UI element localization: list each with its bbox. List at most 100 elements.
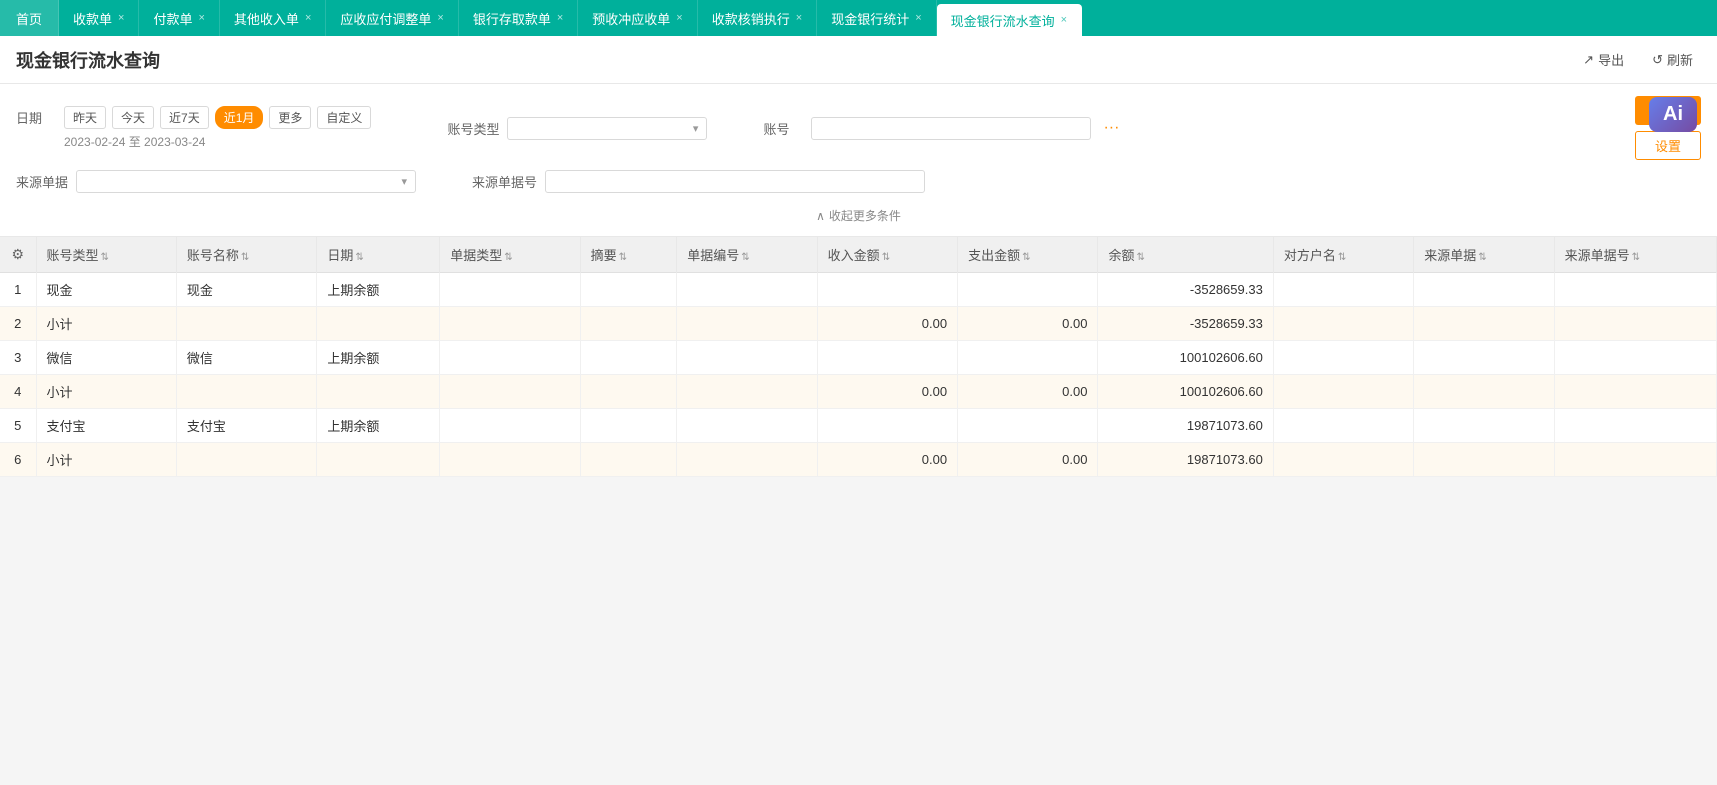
sort-icon-expense[interactable]: ⇅ bbox=[1022, 252, 1030, 263]
td-account_type: 小计 bbox=[36, 375, 176, 409]
td-expense: 0.00 bbox=[958, 443, 1098, 477]
sort-icon-doc_no[interactable]: ⇅ bbox=[741, 252, 749, 263]
account-type-value bbox=[516, 121, 520, 136]
th-source_doc: 来源单据⇅ bbox=[1414, 237, 1554, 273]
sort-icon-balance[interactable]: ⇅ bbox=[1137, 252, 1145, 263]
th-income: 收入金额⇅ bbox=[817, 237, 957, 273]
gear-icon[interactable]: ⚙ bbox=[11, 246, 24, 262]
td-source_doc bbox=[1414, 273, 1554, 307]
date-option-近1月[interactable]: 近1月 bbox=[215, 106, 264, 129]
td-account_name bbox=[176, 443, 316, 477]
nav-label: 现金银行流水查询 bbox=[951, 11, 1055, 30]
sort-icon-account_name[interactable]: ⇅ bbox=[241, 252, 249, 263]
td-income: 0.00 bbox=[817, 375, 957, 409]
nav-close-icon[interactable]: × bbox=[437, 12, 443, 24]
col-label-account_type: 账号类型 bbox=[47, 248, 99, 263]
td-summary bbox=[580, 443, 677, 477]
td-income: 0.00 bbox=[817, 443, 957, 477]
source-doc-no-input[interactable] bbox=[545, 170, 925, 193]
th-doc_no: 单据编号⇅ bbox=[677, 237, 817, 273]
col-label-balance: 余额 bbox=[1108, 248, 1134, 263]
collapse-bar[interactable]: ∧ 收起更多条件 bbox=[16, 203, 1701, 228]
sort-icon-summary[interactable]: ⇅ bbox=[619, 252, 627, 263]
col-label-date: 日期 bbox=[327, 248, 353, 263]
nav-close-icon[interactable]: × bbox=[676, 12, 682, 24]
td-account_type: 小计 bbox=[36, 307, 176, 341]
td-income bbox=[817, 273, 957, 307]
sort-icon-income[interactable]: ⇅ bbox=[882, 252, 890, 263]
td-config: 2 bbox=[0, 307, 36, 341]
nav-item-其他收入单[interactable]: 其他收入单× bbox=[220, 0, 326, 36]
nav-label: 应收应付调整单 bbox=[340, 9, 431, 28]
td-doc_type bbox=[440, 443, 580, 477]
col-label-expense: 支出金额 bbox=[968, 248, 1020, 263]
account-type-label: 账号类型 bbox=[447, 119, 499, 138]
date-option-今天[interactable]: 今天 bbox=[112, 106, 154, 129]
td-summary bbox=[580, 273, 677, 307]
nav-home[interactable]: 首页 bbox=[0, 0, 59, 36]
td-doc_type bbox=[440, 375, 580, 409]
td-expense bbox=[958, 341, 1098, 375]
td-account_type: 现金 bbox=[36, 273, 176, 307]
col-label-source_doc_no: 来源单据号 bbox=[1565, 248, 1630, 263]
nav-item-银行存取款单[interactable]: 银行存取款单× bbox=[459, 0, 578, 36]
td-balance: 19871073.60 bbox=[1098, 409, 1273, 443]
date-label: 日期 bbox=[16, 108, 56, 127]
nav-close-icon[interactable]: × bbox=[1061, 14, 1067, 26]
td-source_doc_no bbox=[1554, 307, 1716, 341]
td-account_type: 微信 bbox=[36, 341, 176, 375]
nav-close-icon[interactable]: × bbox=[198, 12, 204, 24]
nav-item-付款单[interactable]: 付款单× bbox=[139, 0, 219, 36]
date-option-更多[interactable]: 更多 bbox=[269, 106, 311, 129]
td-balance: -3528659.33 bbox=[1098, 307, 1273, 341]
td-date bbox=[317, 375, 440, 409]
nav-item-现金银行统计[interactable]: 现金银行统计× bbox=[817, 0, 936, 36]
nav-close-icon[interactable]: × bbox=[118, 12, 124, 24]
refresh-button[interactable]: ↺ 刷新 bbox=[1644, 46, 1701, 73]
td-counterparty bbox=[1273, 375, 1413, 409]
date-option-近7天[interactable]: 近7天 bbox=[160, 106, 209, 129]
date-option-自定义[interactable]: 自定义 bbox=[317, 106, 371, 129]
th-account_name: 账号名称⇅ bbox=[176, 237, 316, 273]
table-row: 5支付宝支付宝上期余额19871073.60 bbox=[0, 409, 1717, 443]
td-expense: 0.00 bbox=[958, 375, 1098, 409]
account-type-select[interactable]: ▾ bbox=[507, 117, 707, 140]
table-row: 2小计0.000.00-3528659.33 bbox=[0, 307, 1717, 341]
sort-icon-account_type[interactable]: ⇅ bbox=[101, 252, 109, 263]
sort-icon-source_doc[interactable]: ⇅ bbox=[1478, 252, 1486, 263]
td-expense: 0.00 bbox=[958, 307, 1098, 341]
th-source_doc_no: 来源单据号⇅ bbox=[1554, 237, 1716, 273]
account-input[interactable] bbox=[811, 117, 1091, 140]
col-label-source_doc: 来源单据 bbox=[1424, 248, 1476, 263]
nav-close-icon[interactable]: × bbox=[305, 12, 311, 24]
source-doc-select[interactable]: ▾ bbox=[76, 170, 416, 193]
sort-icon-doc_type[interactable]: ⇅ bbox=[504, 252, 512, 263]
td-config: 3 bbox=[0, 341, 36, 375]
td-counterparty bbox=[1273, 341, 1413, 375]
nav-item-收款核销执行[interactable]: 收款核销执行× bbox=[698, 0, 817, 36]
td-counterparty bbox=[1273, 443, 1413, 477]
ai-badge[interactable]: Ai bbox=[1649, 97, 1697, 132]
more-options-icon[interactable]: ··· bbox=[1099, 119, 1123, 137]
table-row: 3微信微信上期余额100102606.60 bbox=[0, 341, 1717, 375]
table-wrapper: ⚙账号类型⇅账号名称⇅日期⇅单据类型⇅摘要⇅单据编号⇅收入金额⇅支出金额⇅余额⇅… bbox=[0, 237, 1717, 477]
nav-close-icon[interactable]: × bbox=[796, 12, 802, 24]
source-doc-chevron-icon: ▾ bbox=[401, 175, 407, 188]
filter-section: 日期 昨天今天近7天近1月更多自定义 2023-02-24 至 2023-03-… bbox=[0, 84, 1717, 237]
date-option-昨天[interactable]: 昨天 bbox=[64, 106, 106, 129]
source-doc-value bbox=[85, 174, 89, 189]
export-button[interactable]: ↗ 导出 bbox=[1575, 46, 1632, 73]
nav-close-icon[interactable]: × bbox=[557, 12, 563, 24]
nav-close-icon[interactable]: × bbox=[915, 12, 921, 24]
sort-icon-date[interactable]: ⇅ bbox=[355, 252, 363, 263]
export-icon: ↗ bbox=[1583, 52, 1594, 68]
sort-icon-counterparty[interactable]: ⇅ bbox=[1338, 252, 1346, 263]
nav-item-现金银行流水查询[interactable]: 现金银行流水查询 × bbox=[937, 4, 1082, 36]
nav-item-预收冲应收单[interactable]: 预收冲应收单× bbox=[578, 0, 697, 36]
td-source_doc bbox=[1414, 307, 1554, 341]
sort-icon-source_doc_no[interactable]: ⇅ bbox=[1632, 252, 1640, 263]
settings-button[interactable]: 设置 bbox=[1635, 131, 1701, 160]
td-source_doc_no bbox=[1554, 443, 1716, 477]
nav-item-收款单[interactable]: 收款单× bbox=[59, 0, 139, 36]
nav-item-应收应付调整单[interactable]: 应收应付调整单 × bbox=[326, 0, 458, 36]
